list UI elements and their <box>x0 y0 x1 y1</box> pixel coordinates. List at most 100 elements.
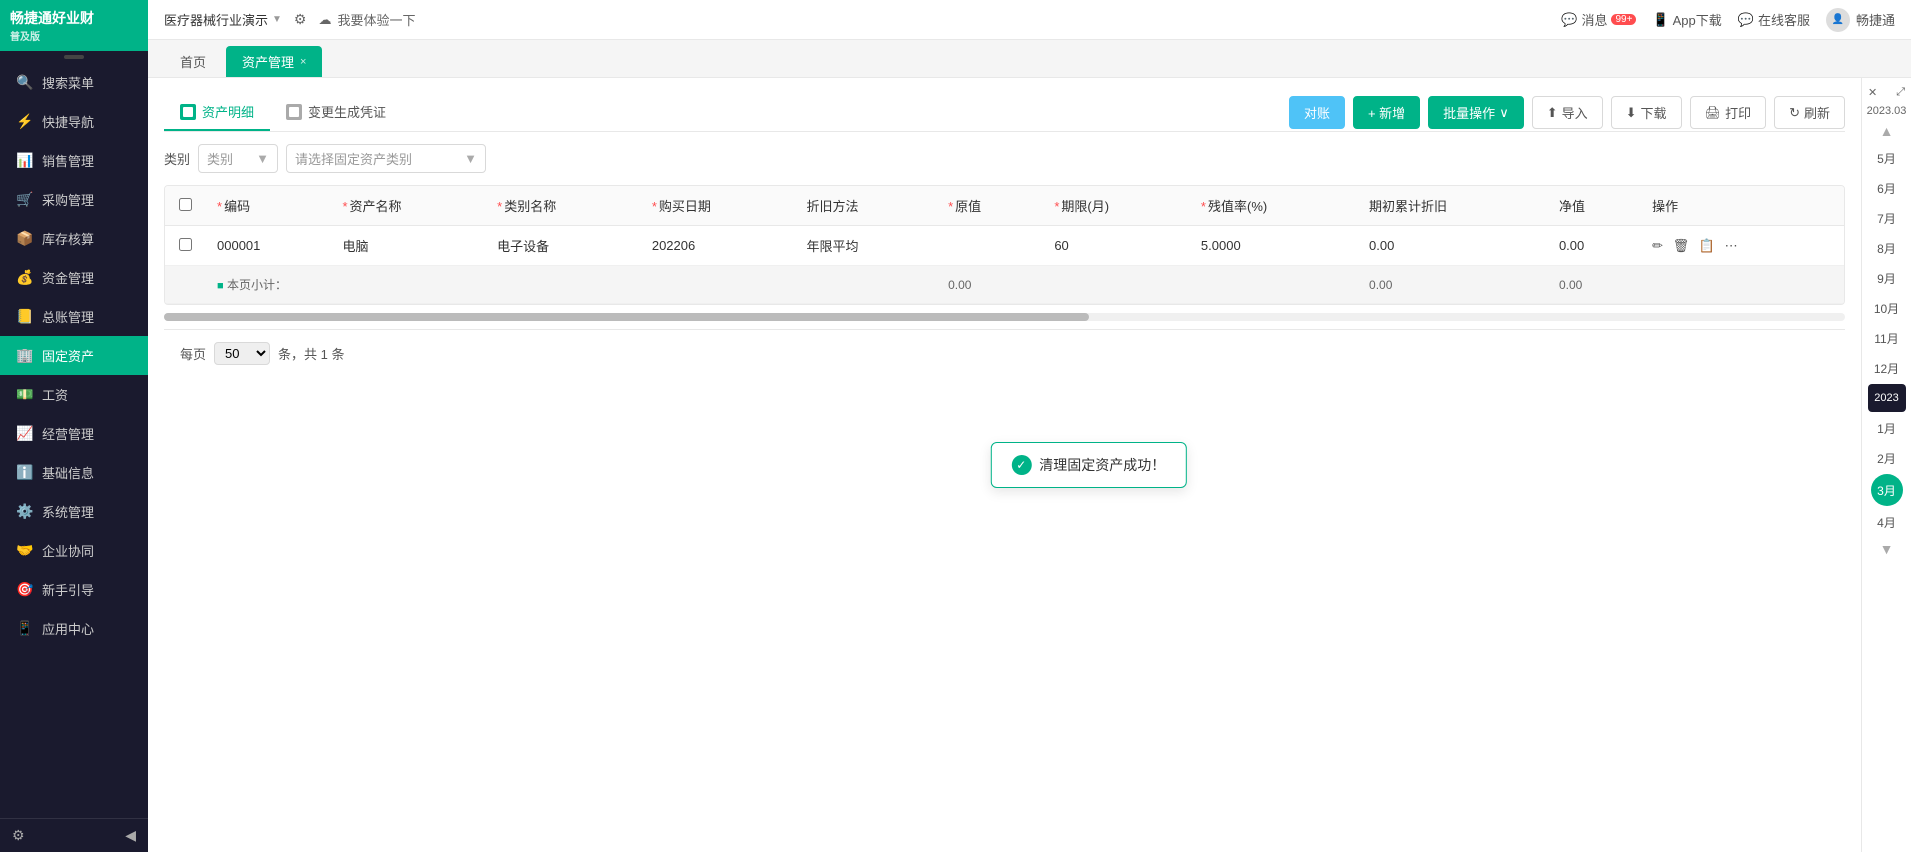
app-download-label: App下载 <box>1673 10 1722 29</box>
sidebar-item-fixed-assets[interactable]: 🏢 固定资产 <box>0 336 148 375</box>
row-name: 电脑 <box>330 226 485 266</box>
batch-ops-button[interactable]: 批量操作 ∨ <box>1428 96 1524 129</box>
sidebar-item-label: 应用中心 <box>42 619 94 638</box>
print-button[interactable]: 🖨 打印 <box>1690 96 1767 129</box>
table-row: 000001 电脑 电子设备 202206 年限平均 60 5.0000 0.0… <box>165 226 1844 266</box>
message-icon: 💬 <box>1561 12 1577 28</box>
sidebar-item-finance[interactable]: 💰 资金管理 <box>0 258 148 297</box>
sidebar-item-guide[interactable]: 🎯 新手引导 <box>0 570 148 609</box>
subtotal-net: 0.00 <box>1547 266 1640 304</box>
sidebar-item-label: 快捷导航 <box>42 112 94 131</box>
user-avatar: 👤 <box>1826 8 1850 32</box>
sales-icon: 📊 <box>16 152 34 170</box>
horizontal-scrollbar[interactable] <box>164 313 1845 321</box>
calendar-up-arrow[interactable]: ▲ <box>1876 119 1898 143</box>
import-label: 导入 <box>1562 103 1588 122</box>
reconcile-label: 对账 <box>1304 103 1330 122</box>
sidebar-item-enterprise[interactable]: 🤝 企业协同 <box>0 531 148 570</box>
sidebar-item-search[interactable]: 🔍 搜索菜单 <box>0 63 148 102</box>
ledger-icon: 📒 <box>16 308 34 326</box>
copy-icon[interactable]: 📋 <box>1699 238 1715 253</box>
content-area: 资产明细 变更生成凭证 对账 + 新增 <box>148 78 1911 852</box>
calendar-month-5[interactable]: 5月 <box>1869 144 1905 172</box>
category-filter-select[interactable]: 类别 ▼ <box>198 144 278 173</box>
category-select-placeholder: 类别 <box>207 149 233 168</box>
sidebar-item-system[interactable]: ⚙️ 系统管理 <box>0 492 148 531</box>
sidebar-item-basic-info[interactable]: ℹ️ 基础信息 <box>0 453 148 492</box>
sidebar-item-purchase[interactable]: 🛒 采购管理 <box>0 180 148 219</box>
close-panel-icon[interactable]: ✕ <box>1868 86 1877 99</box>
sidebar-item-operations[interactable]: 📈 经营管理 <box>0 414 148 453</box>
collapse-icon[interactable]: ◀ <box>125 827 136 844</box>
calendar-month-12[interactable]: 12月 <box>1869 354 1905 382</box>
calendar-month-7[interactable]: 7月 <box>1869 204 1905 232</box>
calendar-month-8[interactable]: 8月 <box>1869 234 1905 262</box>
experience-button[interactable]: ☁ 我要体验一下 <box>318 10 415 29</box>
calendar-month-6[interactable]: 6月 <box>1869 174 1905 202</box>
delete-icon[interactable]: 🗑 <box>1673 238 1690 253</box>
tab-close-icon[interactable]: × <box>300 56 306 68</box>
select-all-checkbox[interactable] <box>179 198 192 211</box>
calendar-month-2[interactable]: 2月 <box>1869 444 1905 472</box>
sidebar-item-quick-nav[interactable]: ⚡ 快捷导航 <box>0 102 148 141</box>
tab-home[interactable]: 首页 <box>164 46 222 77</box>
header-settings-icon[interactable]: ⚙ <box>294 11 307 28</box>
row-checkbox[interactable] <box>179 238 192 251</box>
calendar-month-3-active[interactable]: 3月 <box>1871 474 1903 506</box>
calendar-month-9[interactable]: 9月 <box>1869 264 1905 292</box>
tab-asset-label: 资产管理 <box>242 52 294 71</box>
calendar-month-11[interactable]: 11月 <box>1869 324 1905 352</box>
download-button[interactable]: ⬇ 下载 <box>1611 96 1682 129</box>
enterprise-icon: 🤝 <box>16 542 34 560</box>
reconcile-button[interactable]: 对账 <box>1289 96 1345 129</box>
inventory-icon: 📦 <box>16 230 34 248</box>
message-action[interactable]: 💬 消息 99+ <box>1561 10 1636 29</box>
top-header: 医疗器械行业演示 ▼ ⚙ ☁ 我要体验一下 💬 消息 99+ 📱 App下载 💬… <box>148 0 1911 40</box>
online-service-action[interactable]: 💬 在线客服 <box>1738 10 1810 29</box>
calendar-month-1[interactable]: 1月 <box>1869 414 1905 442</box>
app-download-action[interactable]: 📱 App下载 <box>1652 10 1721 29</box>
sidebar-item-label: 资金管理 <box>42 268 94 287</box>
settings-icon[interactable]: ⚙ <box>12 827 25 844</box>
category-filter-input[interactable]: 请选择固定资产类别 ▼ <box>286 144 486 173</box>
cloud-icon: ☁ <box>318 12 331 28</box>
sidebar-item-label: 基础信息 <box>42 463 94 482</box>
subtotal-row: ■ 本页小计： 0.00 0.00 0.00 <box>165 266 1844 304</box>
new-button[interactable]: + 新增 <box>1353 96 1420 129</box>
app-logo: 畅捷通好业财 普及版 <box>0 0 148 51</box>
expand-panel-icon[interactable]: ⤢ <box>1896 86 1905 99</box>
calendar-month-4[interactable]: 4月 <box>1869 508 1905 536</box>
calendar-month-10[interactable]: 10月 <box>1869 294 1905 322</box>
sidebar-item-payroll[interactable]: 💵 工资 <box>0 375 148 414</box>
more-icon[interactable]: ⋯ <box>1725 238 1738 253</box>
sub-tab-asset-detail[interactable]: 资产明细 <box>164 94 270 131</box>
system-icon: ⚙️ <box>16 503 34 521</box>
sidebar-item-apps[interactable]: 📱 应用中心 <box>0 609 148 648</box>
search-icon: 🔍 <box>16 74 34 92</box>
tab-asset-management[interactable]: 资产管理 × <box>226 46 322 77</box>
sidebar-item-inventory[interactable]: 📦 库存核算 <box>0 219 148 258</box>
company-selector[interactable]: 医疗器械行业演示 ▼ <box>164 10 282 29</box>
sidebar-item-ledger[interactable]: 📒 总账管理 <box>0 297 148 336</box>
user-info[interactable]: 👤 畅捷通 <box>1826 8 1895 32</box>
new-label: + 新增 <box>1368 103 1405 122</box>
per-page-select[interactable]: 50 100 200 <box>214 342 270 365</box>
calendar-down-arrow[interactable]: ▼ <box>1876 537 1898 561</box>
import-button[interactable]: ⬆ 导入 <box>1532 96 1603 129</box>
th-checkbox <box>165 186 205 226</box>
sidebar-item-label: 工资 <box>42 385 68 404</box>
row-residual-rate: 5.0000 <box>1189 226 1357 266</box>
sub-tab-change-voucher[interactable]: 变更生成凭证 <box>270 94 402 131</box>
fixed-assets-icon: 🏢 <box>16 347 34 365</box>
per-page-label: 每页 <box>180 344 206 363</box>
edit-icon[interactable]: ✏ <box>1652 238 1663 253</box>
refresh-button[interactable]: ↻ 刷新 <box>1774 96 1845 129</box>
batch-chevron-icon: ∨ <box>1499 105 1509 121</box>
sidebar-item-label: 经营管理 <box>42 424 94 443</box>
filter-row: 类别 类别 ▼ 请选择固定资产类别 ▼ <box>164 144 1845 173</box>
sidebar-item-label: 企业协同 <box>42 541 94 560</box>
download-label: 下载 <box>1641 103 1667 122</box>
sidebar-item-label: 固定资产 <box>42 346 94 365</box>
sidebar-item-sales[interactable]: 📊 销售管理 <box>0 141 148 180</box>
th-actions: 操作 <box>1640 186 1844 226</box>
